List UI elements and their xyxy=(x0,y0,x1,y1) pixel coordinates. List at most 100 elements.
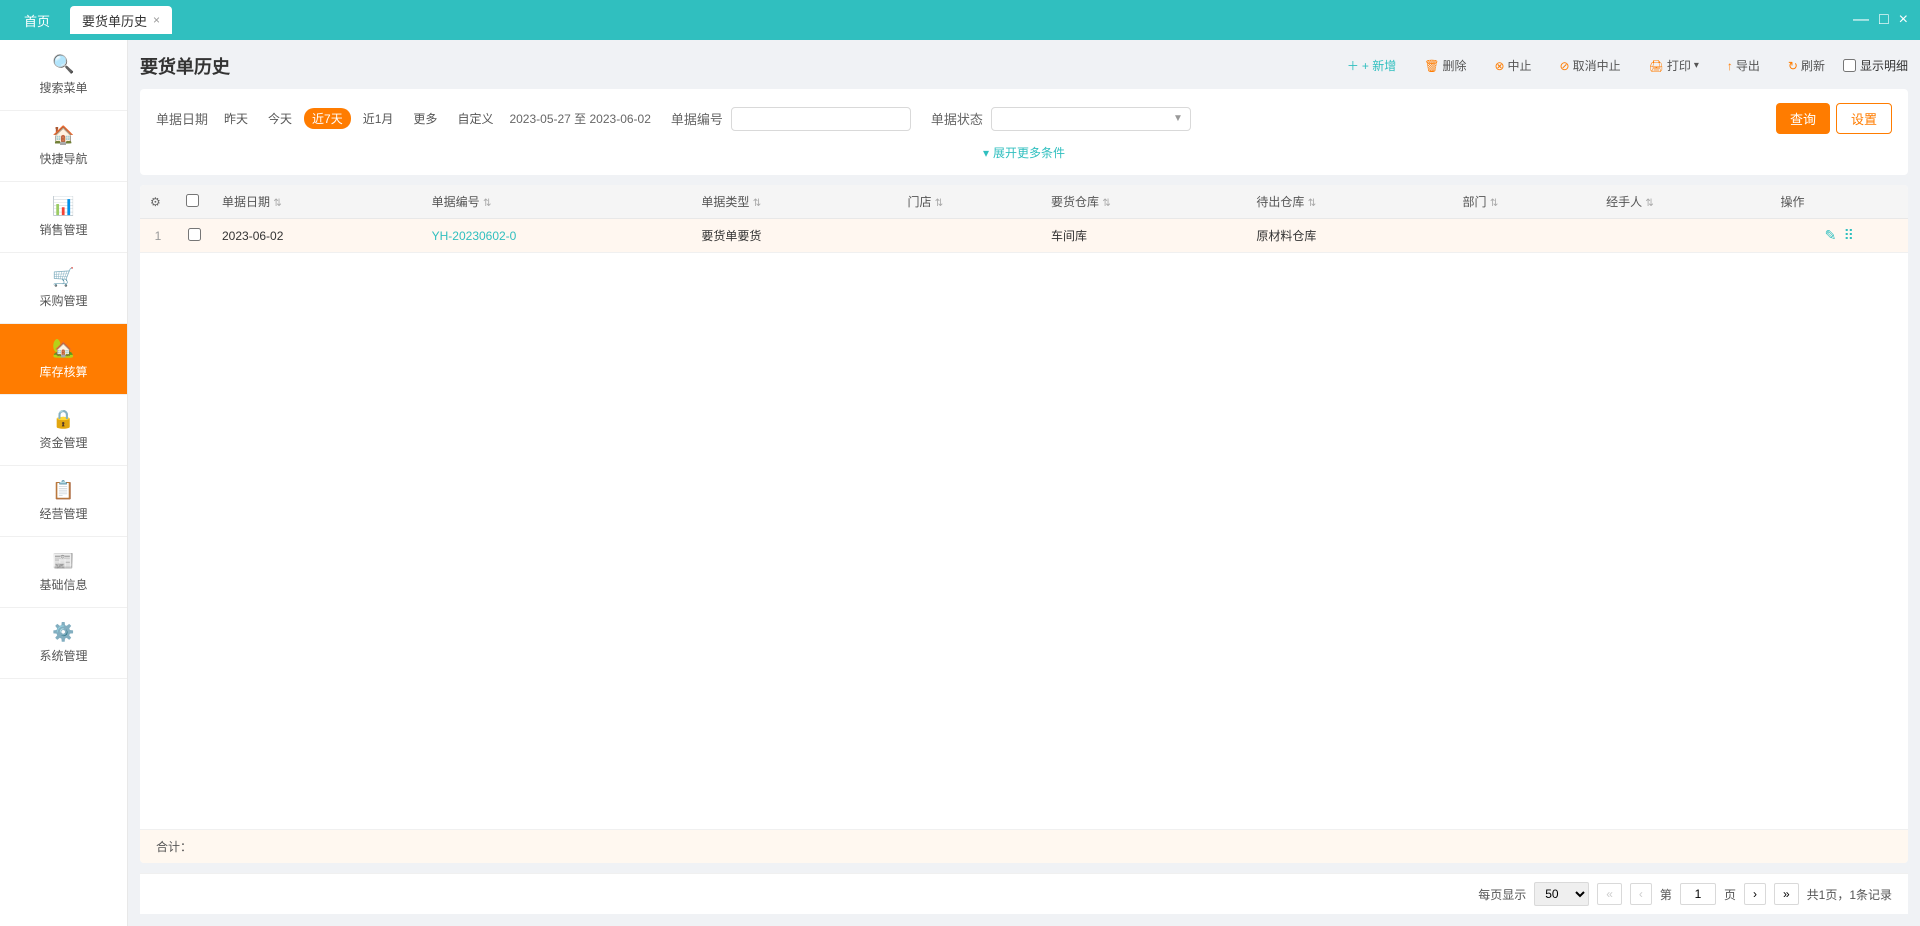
sales-icon: 📊 xyxy=(52,196,74,217)
inventory-icon: 🏡 xyxy=(52,338,74,359)
print-button[interactable]: 🖨 打印 ▾ xyxy=(1639,52,1709,79)
prev-page-button[interactable]: ‹ xyxy=(1630,883,1652,905)
first-page-button[interactable]: « xyxy=(1597,883,1622,905)
doc-number-label: 单据编号 xyxy=(671,109,723,128)
delete-button[interactable]: 🗑 删除 xyxy=(1414,52,1476,79)
sort-handler-icon[interactable]: ⇅ xyxy=(1645,198,1653,209)
col-actions: 操作 xyxy=(1771,185,1908,219)
sidebar-item-label: 基础信息 xyxy=(39,576,87,593)
table-card: ⚙ 单据日期 ⇅ 单据编号 ⇅ xyxy=(140,185,1908,863)
col-checkbox xyxy=(176,185,212,219)
status-select-wrapper xyxy=(991,107,1191,131)
show-detail-toggle[interactable]: 显示明细 xyxy=(1843,57,1908,74)
export-icon: ↑ xyxy=(1727,59,1733,73)
date-tab-last7days[interactable]: 近7天 xyxy=(304,108,351,129)
query-button[interactable]: 查询 xyxy=(1776,103,1830,134)
refresh-button[interactable]: ↻ 刷新 xyxy=(1778,52,1835,79)
cell-request-warehouse: 车间库 xyxy=(1041,219,1246,253)
cancel-stop-icon: ⊘ xyxy=(1560,59,1570,73)
summary-label: 合计： xyxy=(156,838,192,855)
print-dropdown-icon: ▾ xyxy=(1694,60,1699,71)
cell-doc-type: 要货单要货 xyxy=(691,219,897,253)
window-controls: — □ × xyxy=(1853,11,1908,29)
maximize-icon[interactable]: □ xyxy=(1879,11,1889,29)
date-tab-today[interactable]: 今天 xyxy=(260,108,300,129)
footer-summary: 合计： xyxy=(140,829,1908,863)
select-all-checkbox[interactable] xyxy=(186,194,199,207)
per-page-select[interactable]: 50 100 xyxy=(1534,882,1589,906)
sidebar-item-search-menu[interactable]: 🔍 搜索菜单 xyxy=(0,40,127,111)
expand-row: ▾ 展开更多条件 xyxy=(156,144,1892,161)
close-window-icon[interactable]: × xyxy=(1899,11,1908,29)
new-label: + 新增 xyxy=(1362,57,1396,74)
sidebar-item-label: 快捷导航 xyxy=(39,150,87,167)
sort-doc-type-icon[interactable]: ⇅ xyxy=(753,198,761,209)
sidebar-item-sales-mgmt[interactable]: 📊 销售管理 xyxy=(0,182,127,253)
expand-button[interactable]: ▾ 展开更多条件 xyxy=(983,144,1065,161)
edit-action-icon[interactable]: ✎ xyxy=(1825,227,1837,243)
date-tab-more[interactable]: 更多 xyxy=(405,108,445,129)
show-detail-checkbox[interactable] xyxy=(1843,59,1856,72)
cell-doc-number: YH-20230602-0 xyxy=(422,219,692,253)
last-page-button[interactable]: » xyxy=(1774,883,1799,905)
sort-dept-icon[interactable]: ⇅ xyxy=(1490,198,1498,209)
sidebar-item-sys-mgmt[interactable]: ⚙️ 系统管理 xyxy=(0,608,127,679)
tab-purchase-history[interactable]: 要货单历史 × xyxy=(70,6,172,34)
purchase-icon: 🛒 xyxy=(52,267,74,288)
col-settings: ⚙ xyxy=(140,185,176,219)
sidebar-item-label: 经营管理 xyxy=(39,505,87,522)
sort-store-icon[interactable]: ⇅ xyxy=(935,198,943,209)
date-tab-custom[interactable]: 自定义 xyxy=(449,108,501,129)
sort-doc-date-icon[interactable]: ⇅ xyxy=(273,198,281,209)
per-page-label: 每页显示 xyxy=(1478,886,1526,903)
date-tab-yesterday[interactable]: 昨天 xyxy=(216,108,256,129)
minimize-icon[interactable]: — xyxy=(1853,11,1869,29)
filter-card: 单据日期 昨天 今天 近7天 近1月 更多 自定义 2023-05-27 至 2… xyxy=(140,89,1908,175)
sidebar-item-label: 采购管理 xyxy=(39,292,87,309)
column-settings-icon[interactable]: ⚙ xyxy=(150,195,161,209)
sidebar-item-purchase-mgmt[interactable]: 🛒 采购管理 xyxy=(0,253,127,324)
cell-checkbox xyxy=(176,219,212,253)
table-header-row: ⚙ 单据日期 ⇅ 单据编号 ⇅ xyxy=(140,185,1908,219)
stop-label: 中止 xyxy=(1508,57,1532,74)
sidebar-item-label: 系统管理 xyxy=(39,647,87,664)
page-input[interactable] xyxy=(1680,883,1716,905)
stop-button[interactable]: ⊗ 中止 xyxy=(1484,52,1541,79)
page-header: 要货单历史 ＋ + 新增 🗑 删除 ⊗ 中止 ⊘ 取消中止 xyxy=(140,52,1908,79)
next-page-button[interactable]: › xyxy=(1744,883,1766,905)
status-select[interactable] xyxy=(991,107,1191,131)
more-action-icon[interactable]: ⠿ xyxy=(1844,227,1854,243)
refresh-label: 刷新 xyxy=(1801,57,1825,74)
expand-label: 展开更多条件 xyxy=(993,144,1065,161)
doc-number-link[interactable]: YH-20230602-0 xyxy=(432,229,517,243)
sidebar-item-base-info[interactable]: 📰 基础信息 xyxy=(0,537,127,608)
sidebar-item-label: 库存核算 xyxy=(39,363,87,380)
export-label: 导出 xyxy=(1736,57,1760,74)
sort-doc-number-icon[interactable]: ⇅ xyxy=(483,198,491,209)
sidebar-item-label: 销售管理 xyxy=(39,221,87,238)
sort-request-warehouse-icon[interactable]: ⇅ xyxy=(1102,198,1110,209)
sidebar-item-ops-mgmt[interactable]: 📋 经营管理 xyxy=(0,466,127,537)
sort-pending-warehouse-icon[interactable]: ⇅ xyxy=(1308,198,1316,209)
tab-home-label: 首页 xyxy=(24,11,50,30)
filter-row-1: 单据日期 昨天 今天 近7天 近1月 更多 自定义 2023-05-27 至 2… xyxy=(156,103,1892,134)
cell-actions: ✎ ⠿ xyxy=(1771,219,1908,253)
main-layout: 🔍 搜索菜单 🏠 快捷导航 📊 销售管理 🛒 采购管理 🏡 库存核算 🔒 资金管… xyxy=(0,40,1920,926)
cancel-stop-button[interactable]: ⊘ 取消中止 xyxy=(1550,52,1631,79)
date-tab-last1month[interactable]: 近1月 xyxy=(355,108,402,129)
sidebar-item-inventory[interactable]: 🏡 库存核算 xyxy=(0,324,127,395)
pagination: 每页显示 50 100 « ‹ 第 页 › » 共1页，1条记录 xyxy=(140,873,1908,914)
new-button[interactable]: ＋ + 新增 xyxy=(1337,52,1406,79)
page-label: 第 xyxy=(1660,886,1672,903)
row-checkbox[interactable] xyxy=(188,228,201,241)
settings-button[interactable]: 设置 xyxy=(1836,103,1892,134)
tab-home[interactable]: 首页 xyxy=(12,6,62,34)
tab-close-icon[interactable]: × xyxy=(153,13,160,27)
export-button[interactable]: ↑ 导出 xyxy=(1717,52,1770,79)
date-filter-label: 单据日期 xyxy=(156,109,208,128)
col-pending-warehouse: 待出仓库 ⇅ xyxy=(1246,185,1452,219)
sidebar-item-finance-mgmt[interactable]: 🔒 资金管理 xyxy=(0,395,127,466)
doc-number-input[interactable] xyxy=(731,107,911,131)
finance-icon: 🔒 xyxy=(52,409,74,430)
sidebar-item-quick-nav[interactable]: 🏠 快捷导航 xyxy=(0,111,127,182)
